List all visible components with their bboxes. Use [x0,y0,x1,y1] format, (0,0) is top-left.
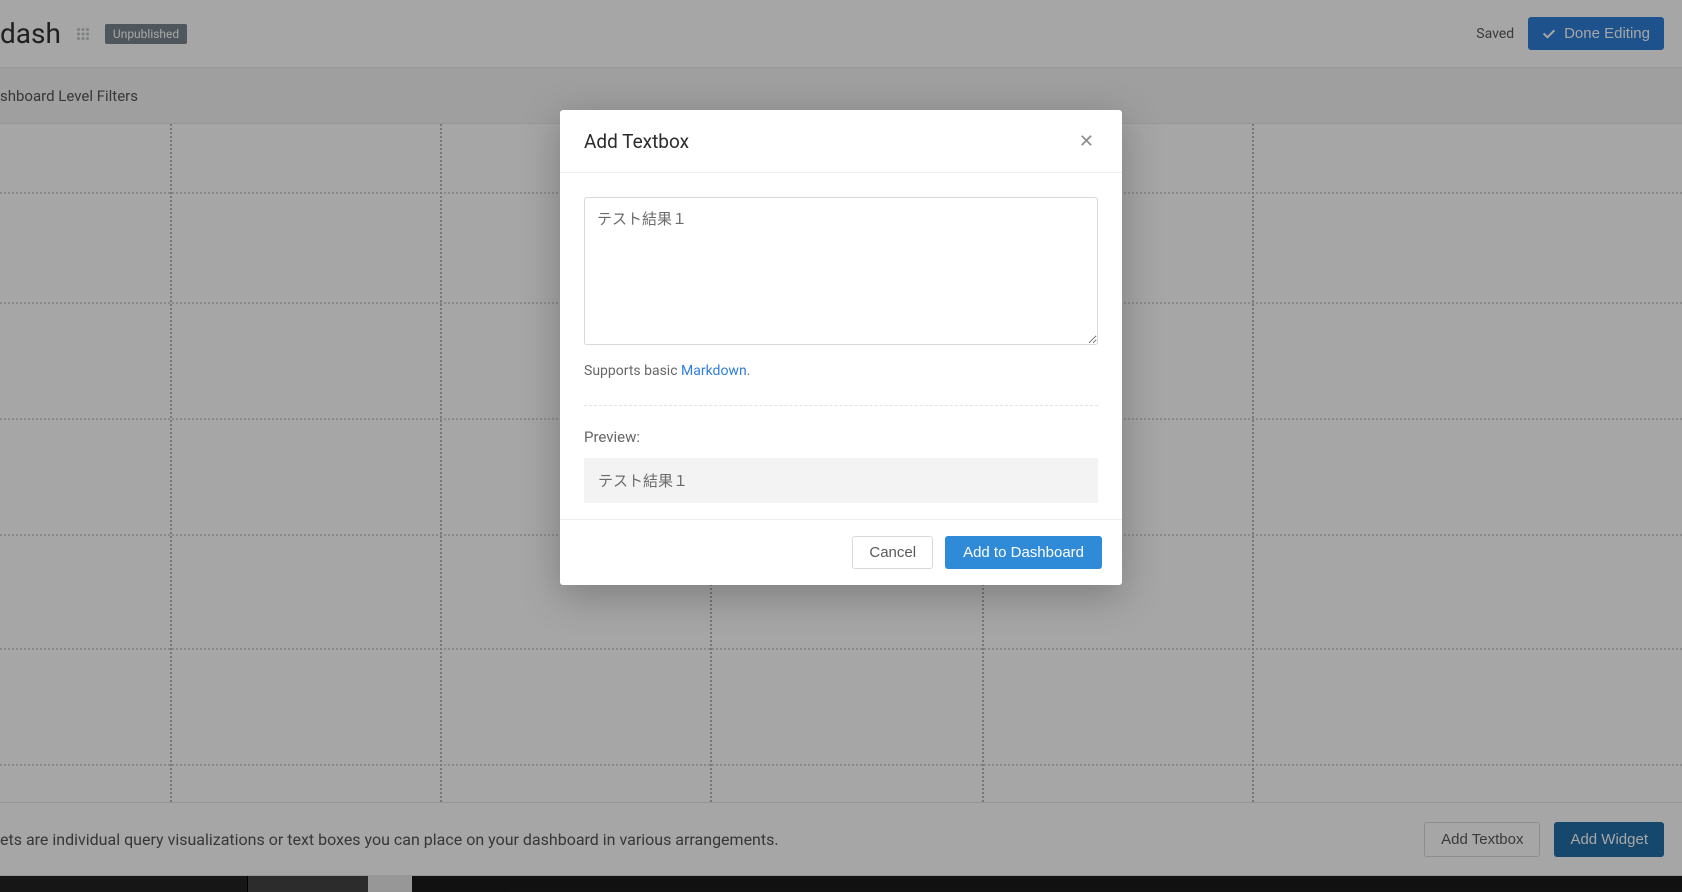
app-root: dash Unpublished Saved Done Editing shbo… [0,0,1682,892]
markdown-help-suffix: . [747,363,751,379]
markdown-link[interactable]: Markdown [681,363,747,379]
add-to-dashboard-button[interactable]: Add to Dashboard [945,536,1102,569]
markdown-help: Supports basic Markdown. [584,363,1098,379]
modal-overlay[interactable]: Add Textbox ✕ Supports basic Markdown. P… [0,0,1682,892]
modal-header: Add Textbox ✕ [560,110,1122,173]
cancel-button[interactable]: Cancel [852,536,933,569]
modal-title: Add Textbox [584,130,689,153]
modal-footer: Cancel Add to Dashboard [560,519,1122,585]
preview-label: Preview: [584,428,1098,446]
markdown-help-prefix: Supports basic [584,363,681,379]
close-icon[interactable]: ✕ [1075,128,1098,154]
preview-content: テスト結果１ [584,458,1098,503]
textbox-content-input[interactable] [584,197,1098,345]
add-textbox-modal: Add Textbox ✕ Supports basic Markdown. P… [560,110,1122,585]
modal-body: Supports basic Markdown. Preview: テスト結果１ [560,173,1122,519]
divider [584,405,1098,406]
